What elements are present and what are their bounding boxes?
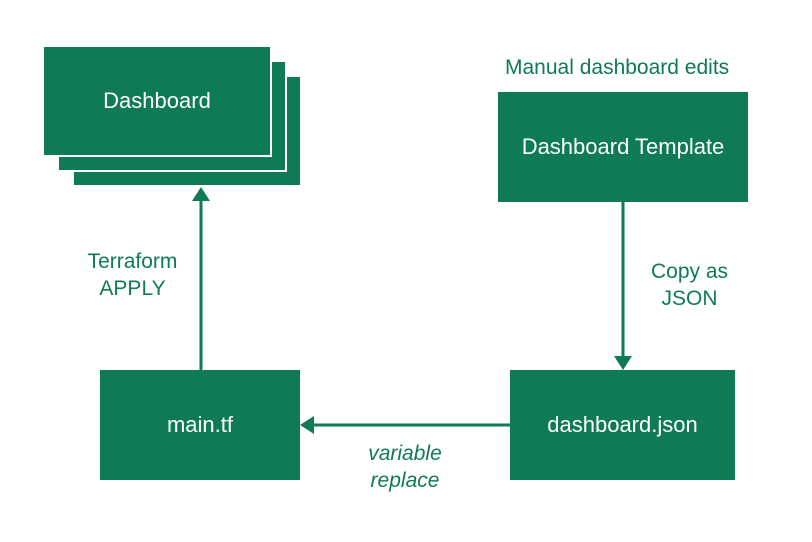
dashboard-template-box: Dashboard Template xyxy=(498,92,748,202)
main-tf-label: main.tf xyxy=(167,412,233,438)
dashboard-json-box: dashboard.json xyxy=(510,370,735,480)
arrow-copy-json xyxy=(618,202,628,370)
variable-replace-label: variable replace xyxy=(350,440,460,495)
arrow-terraform-apply xyxy=(196,187,206,370)
dashboard-stack-front: Dashboard xyxy=(42,45,272,157)
main-tf-box: main.tf xyxy=(100,370,300,480)
terraform-apply-label: Terraform APPLY xyxy=(80,248,185,303)
copy-json-label: Copy as JSON xyxy=(642,258,737,313)
manual-edits-label: Manual dashboard edits xyxy=(505,54,729,81)
dashboard-label: Dashboard xyxy=(103,88,211,114)
arrow-variable-replace xyxy=(300,420,510,430)
dashboard-template-label: Dashboard Template xyxy=(522,134,725,160)
dashboard-json-label: dashboard.json xyxy=(547,412,697,438)
